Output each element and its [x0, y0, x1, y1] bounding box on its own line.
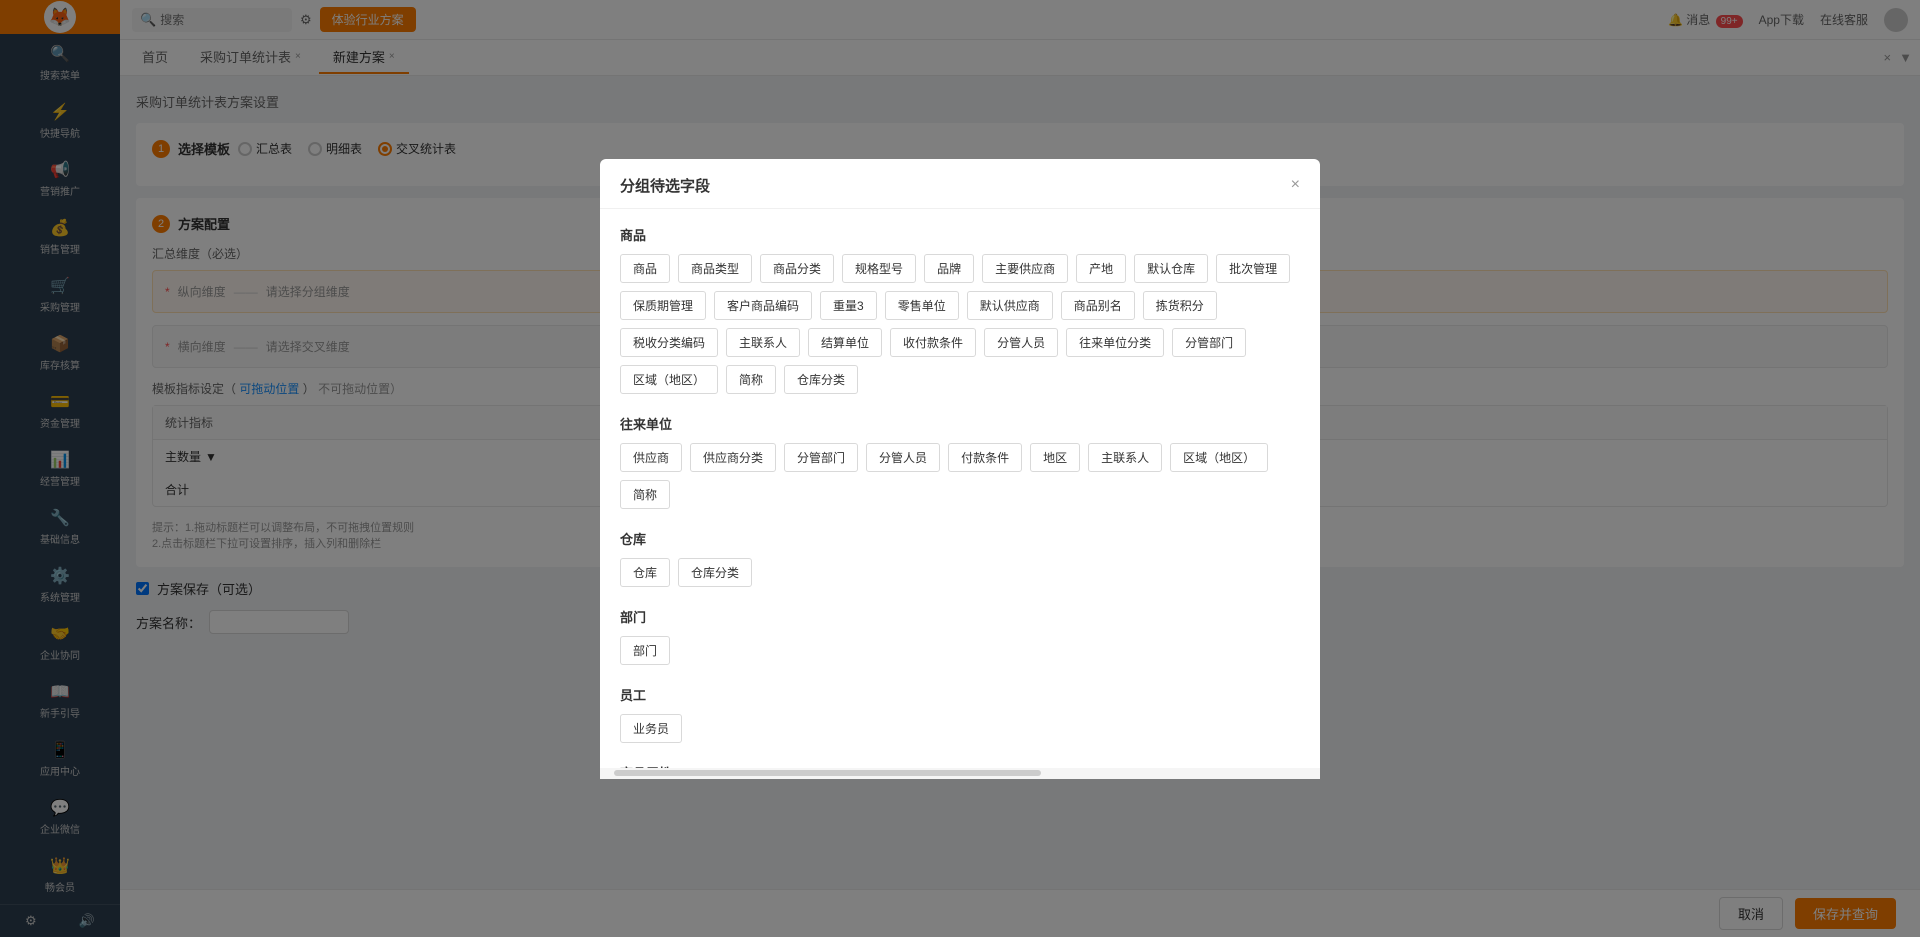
- modal-header: 分组待选字段 ×: [600, 159, 1320, 209]
- field-chip-0-23[interactable]: 区域（地区）: [620, 365, 718, 394]
- field-chip-0-12[interactable]: 零售单位: [885, 291, 959, 320]
- field-chip-0-0[interactable]: 商品: [620, 254, 670, 283]
- field-chip-0-1[interactable]: 商品类型: [678, 254, 752, 283]
- modal-section-title-1: 往来单位: [620, 414, 1300, 433]
- field-chip-0-17[interactable]: 主联系人: [726, 328, 800, 357]
- field-chip-1-0[interactable]: 供应商: [620, 443, 682, 472]
- modal-title: 分组待选字段: [620, 175, 710, 196]
- field-chip-2-1[interactable]: 仓库分类: [678, 558, 752, 587]
- field-chip-0-2[interactable]: 商品分类: [760, 254, 834, 283]
- field-chip-0-7[interactable]: 默认仓库: [1134, 254, 1208, 283]
- modal-fields-grid-0: 商品商品类型商品分类规格型号品牌主要供应商产地默认仓库批次管理保质期管理客户商品…: [620, 254, 1300, 394]
- modal-section-0: 商品商品商品类型商品分类规格型号品牌主要供应商产地默认仓库批次管理保质期管理客户…: [620, 225, 1300, 394]
- field-chip-1-4[interactable]: 付款条件: [948, 443, 1022, 472]
- hscroll-bar: [614, 770, 1041, 776]
- modal-hscroll[interactable]: [600, 768, 1320, 778]
- modal-section-title-0: 商品: [620, 225, 1300, 244]
- field-chip-0-9[interactable]: 保质期管理: [620, 291, 706, 320]
- field-chip-0-18[interactable]: 结算单位: [808, 328, 882, 357]
- field-chip-1-8[interactable]: 简称: [620, 480, 670, 509]
- modal-section-title-2: 仓库: [620, 529, 1300, 548]
- field-chip-0-19[interactable]: 收付款条件: [890, 328, 976, 357]
- field-chip-1-5[interactable]: 地区: [1030, 443, 1080, 472]
- field-chip-0-14[interactable]: 商品别名: [1061, 291, 1135, 320]
- field-chip-0-13[interactable]: 默认供应商: [967, 291, 1053, 320]
- modal-fields-grid-3: 部门: [620, 636, 1300, 665]
- field-chip-0-24[interactable]: 简称: [726, 365, 776, 394]
- field-chip-2-0[interactable]: 仓库: [620, 558, 670, 587]
- field-chip-0-15[interactable]: 拣货积分: [1143, 291, 1217, 320]
- field-chip-0-20[interactable]: 分管人员: [984, 328, 1058, 357]
- field-chip-1-6[interactable]: 主联系人: [1088, 443, 1162, 472]
- field-chip-1-7[interactable]: 区域（地区）: [1170, 443, 1268, 472]
- modal-section-title-4: 员工: [620, 685, 1300, 704]
- field-chip-0-22[interactable]: 分管部门: [1172, 328, 1246, 357]
- modal-body[interactable]: 商品商品商品类型商品分类规格型号品牌主要供应商产地默认仓库批次管理保质期管理客户…: [600, 209, 1320, 769]
- modal-close-icon[interactable]: ×: [1291, 176, 1300, 194]
- modal-section-1: 往来单位供应商供应商分类分管部门分管人员付款条件地区主联系人区域（地区） 简称: [620, 414, 1300, 509]
- field-chip-0-4[interactable]: 品牌: [924, 254, 974, 283]
- field-chip-0-16[interactable]: 税收分类编码: [620, 328, 718, 357]
- field-chip-0-8[interactable]: 批次管理: [1216, 254, 1290, 283]
- field-chip-0-11[interactable]: 重量3: [820, 291, 877, 320]
- field-chip-1-1[interactable]: 供应商分类: [690, 443, 776, 472]
- field-chip-1-3[interactable]: 分管人员: [866, 443, 940, 472]
- field-chip-1-2[interactable]: 分管部门: [784, 443, 858, 472]
- field-chip-0-25[interactable]: 仓库分类: [784, 365, 858, 394]
- field-chip-3-0[interactable]: 部门: [620, 636, 670, 665]
- modal-fields-grid-2: 仓库仓库分类: [620, 558, 1300, 587]
- modal-section-title-3: 部门: [620, 607, 1300, 626]
- field-chip-4-0[interactable]: 业务员: [620, 714, 682, 743]
- field-chip-0-10[interactable]: 客户商品编码: [714, 291, 812, 320]
- modal-section-3: 部门部门: [620, 607, 1300, 665]
- modal-section-2: 仓库仓库仓库分类: [620, 529, 1300, 587]
- field-chip-0-21[interactable]: 往来单位分类: [1066, 328, 1164, 357]
- field-chip-0-6[interactable]: 产地: [1076, 254, 1126, 283]
- modal-fields-grid-1: 供应商供应商分类分管部门分管人员付款条件地区主联系人区域（地区） 简称: [620, 443, 1300, 509]
- field-selection-modal: 分组待选字段 × 商品商品商品类型商品分类规格型号品牌主要供应商产地默认仓库批次…: [600, 159, 1320, 779]
- modal-section-4: 员工业务员: [620, 685, 1300, 743]
- modal-fields-grid-4: 业务员: [620, 714, 1300, 743]
- modal-overlay: 分组待选字段 × 商品商品商品类型商品分类规格型号品牌主要供应商产地默认仓库批次…: [0, 0, 1920, 937]
- field-chip-0-3[interactable]: 规格型号: [842, 254, 916, 283]
- field-chip-0-5[interactable]: 主要供应商: [982, 254, 1068, 283]
